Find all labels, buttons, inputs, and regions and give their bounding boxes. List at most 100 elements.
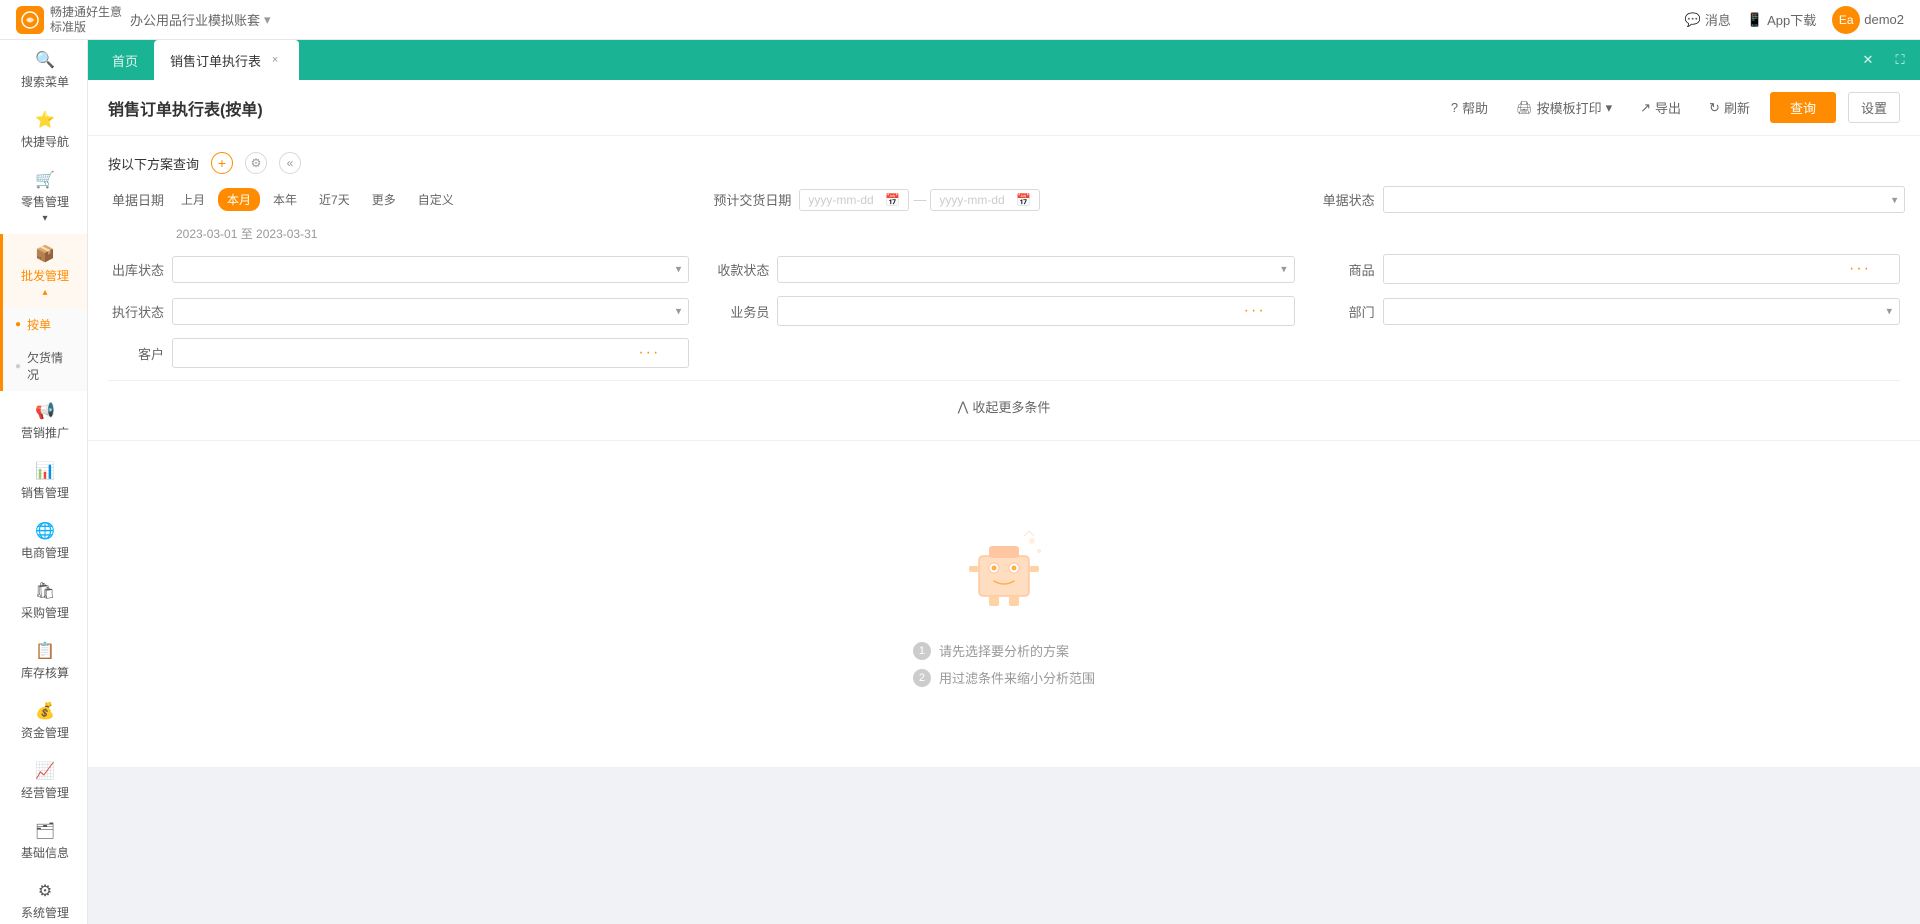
expected-date-label: 预计交货日期 — [713, 190, 791, 209]
query-button[interactable]: 查询 — [1770, 92, 1836, 123]
sidebar-item-system[interactable]: ⚙ 系统管理 — [0, 871, 87, 924]
sidebar-item-retail[interactable]: 🛒 零售管理 ▾ — [0, 160, 87, 234]
filter-goods-cell: 商品 ··· — [1319, 254, 1900, 284]
expected-date-start[interactable]: yyyy-mm-dd 📅 — [799, 189, 909, 211]
out-status-select[interactable] — [172, 256, 689, 283]
sidebar-item-finance[interactable]: 💰 资金管理 — [0, 691, 87, 751]
date-this-year[interactable]: 本年 — [264, 188, 306, 211]
user-menu[interactable]: Ea demo2 — [1832, 6, 1904, 34]
message-button[interactable]: 💬 消息 — [1685, 10, 1731, 29]
customer-input[interactable]: ··· — [172, 338, 689, 368]
filter-config-button[interactable]: ⚙ — [245, 152, 267, 174]
sidebar-item-business[interactable]: 📈 经营管理 — [0, 751, 87, 811]
date-range-display: 2023-03-01 至 2023-03-31 — [108, 225, 1900, 242]
sidebar-item-marketing[interactable]: 📢 营销推广 — [0, 391, 87, 451]
wholesale-icon: 📦 — [35, 244, 55, 264]
department-label: 部门 — [1319, 302, 1375, 321]
tab-home[interactable]: 首页 — [96, 40, 154, 80]
exec-status-select[interactable] — [172, 298, 689, 325]
ecommerce-icon: 🌐 — [35, 521, 55, 541]
page-inner: 销售订单执行表(按单) ? 帮助 🖨 按模板打印 ▾ ↗ — [88, 80, 1920, 767]
sidebar-item-basics[interactable]: 🗂 基础信息 — [0, 811, 87, 871]
tab-sales-order[interactable]: 销售订单执行表 × — [154, 40, 299, 80]
expected-date-end[interactable]: yyyy-mm-dd 📅 — [930, 189, 1040, 211]
print-arrow-icon: ▾ — [1606, 100, 1613, 116]
filter-receipt-status-cell: 收款状态 — [713, 254, 1294, 284]
date-last-month[interactable]: 上月 — [172, 188, 214, 211]
template-print-button[interactable]: 🖨 按模板打印 ▾ — [1508, 94, 1620, 121]
empty-tips: 1 请先选择要分析的方案 2 用过滤条件来缩小分析范围 — [913, 641, 1095, 687]
purchase-icon: 🛍 — [35, 581, 55, 601]
sidebar-item-wholesale[interactable]: 📦 批发管理 ▴ — [0, 234, 87, 308]
status-select-wrapper — [1383, 186, 1906, 213]
department-select[interactable] — [1383, 298, 1900, 325]
print-icon: 🖨 — [1516, 100, 1533, 116]
filter-exec-status-cell: 执行状态 — [108, 296, 689, 326]
sidebar-item-inventory[interactable]: 📋 库存核算 — [0, 631, 87, 691]
system-icon: ⚙ — [38, 881, 52, 901]
filter-row-2: 出库状态 收款状态 — [108, 254, 1900, 284]
tab-close-button[interactable]: × — [267, 52, 283, 68]
date-custom[interactable]: 自定义 — [409, 188, 463, 211]
empty-illustration — [954, 521, 1054, 621]
dots-icon: ··· — [1849, 260, 1871, 278]
goods-input[interactable]: ··· — [1383, 254, 1900, 284]
filter-section-header: 按以下方案查询 + ⚙ « — [108, 152, 1900, 174]
logo-area: 畅捷通好生意 标准版 — [16, 5, 122, 34]
date-more[interactable]: 更多 — [363, 188, 405, 211]
header-right: 💬 消息 📱 App下载 Ea demo2 — [1685, 6, 1904, 34]
tab-bar: 首页 销售订单执行表 × ✕ ⛶ — [88, 40, 1920, 80]
receipt-status-select-wrapper — [777, 256, 1294, 283]
sub-item-按单[interactable]: ● 按单 — [3, 308, 87, 341]
goods-label: 商品 — [1319, 260, 1375, 279]
sidebar-item-purchase[interactable]: 🛍 采购管理 — [0, 571, 87, 631]
date-7days[interactable]: 近7天 — [310, 188, 359, 211]
status-select[interactable] — [1383, 186, 1906, 213]
filter-row-3: 执行状态 业务员 ··· — [108, 296, 1900, 326]
quick-nav-item[interactable]: ⭐ 快捷导航 — [0, 100, 87, 160]
export-icon: ↗ — [1640, 100, 1651, 116]
expand-arrow-icon: ▾ — [42, 213, 47, 224]
fullscreen-icon: ⛶ — [1895, 52, 1904, 68]
export-button[interactable]: ↗ 导出 — [1632, 94, 1689, 121]
empty-state: 1 请先选择要分析的方案 2 用过滤条件来缩小分析范围 — [88, 441, 1920, 767]
sidebar-item-sales[interactable]: 📊 销售管理 — [0, 451, 87, 511]
help-icon: ? — [1451, 100, 1458, 115]
filter-out-status-cell: 出库状态 — [108, 254, 689, 284]
filter-status-cell: 单据状态 ▾ — [1319, 186, 1900, 213]
receipt-status-select[interactable] — [777, 256, 1294, 283]
breadcrumb-arrow-icon[interactable]: ▾ — [264, 12, 271, 28]
date-this-month[interactable]: 本月 — [218, 188, 260, 211]
basics-icon: 🗂 — [35, 821, 55, 841]
customer-dots-icon: ··· — [638, 344, 660, 362]
filter-add-button[interactable]: + — [211, 152, 233, 174]
app-download-button[interactable]: 📱 App下载 — [1747, 10, 1816, 29]
page-title-bar: 销售订单执行表(按单) ? 帮助 🖨 按模板打印 ▾ ↗ — [88, 80, 1920, 136]
search-menu-item[interactable]: 🔍 搜索菜单 — [0, 40, 87, 100]
fullscreen-button[interactable]: ⛶ — [1888, 48, 1912, 72]
filter-panel: 按以下方案查询 + ⚙ « 单据日期 上月 本月 本年 — [88, 136, 1920, 441]
sub-item-欠货情况[interactable]: ● 欠货情况 — [3, 341, 87, 391]
logo-icon — [16, 6, 44, 34]
salesman-input[interactable]: ··· — [777, 296, 1294, 326]
content-area: 首页 销售订单执行表 × ✕ ⛶ 销售订单执行表(按单) — [88, 40, 1920, 924]
download-icon: 📱 — [1747, 12, 1763, 28]
close-tab-button[interactable]: ✕ — [1856, 48, 1880, 72]
breadcrumb-text: 办公用品行业模拟账套 — [130, 10, 260, 29]
out-status-label: 出库状态 — [108, 260, 164, 279]
settings-button[interactable]: 设置 — [1848, 92, 1900, 123]
empty-tip-1: 1 请先选择要分析的方案 — [913, 641, 1095, 660]
expand-arrow-icon: ▴ — [42, 287, 47, 298]
inventory-icon: 📋 — [35, 641, 55, 661]
sidebar-item-ecommerce[interactable]: 🌐 电商管理 — [0, 511, 87, 571]
refresh-icon: ↻ — [1709, 100, 1720, 116]
filter-department-cell: 部门 — [1319, 296, 1900, 326]
exec-status-label: 执行状态 — [108, 302, 164, 321]
refresh-button[interactable]: ↻ 刷新 — [1701, 94, 1758, 121]
collapse-more-button[interactable]: ⋀ 收起更多条件 — [108, 389, 1900, 424]
wholesale-sub-menu: ● 按单 ● 欠货情况 — [0, 308, 87, 391]
filter-collapse-btn[interactable]: « — [279, 152, 301, 174]
help-button[interactable]: ? 帮助 — [1443, 94, 1496, 121]
chevron-up-icon: ⋀ — [958, 399, 969, 415]
close-icon: ✕ — [1863, 52, 1874, 68]
